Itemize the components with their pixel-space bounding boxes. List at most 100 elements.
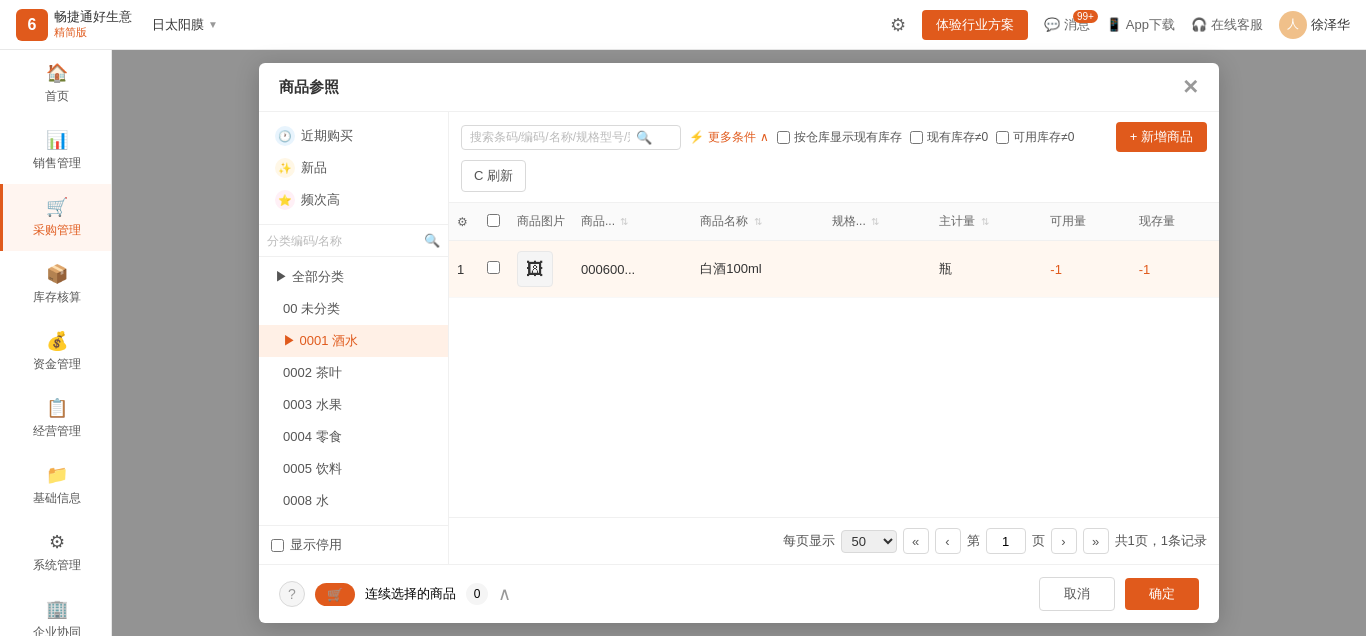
th-settings[interactable]: ⚙: [449, 203, 479, 241]
sidebar-item-purchase[interactable]: 🛒 采购管理: [0, 184, 111, 251]
td-code: 000600...: [573, 241, 692, 298]
show-disabled-label: 显示停用: [290, 536, 342, 554]
service-btn[interactable]: 🎧 在线客服: [1191, 16, 1263, 34]
purchase-icon: 🛒: [46, 196, 68, 218]
gear-icon[interactable]: ⚙: [890, 14, 906, 36]
quick-nav-freq[interactable]: ⭐ 频次高: [267, 184, 440, 216]
page-input[interactable]: [986, 528, 1026, 554]
message-badge: 99+: [1073, 10, 1098, 23]
category-search-icon[interactable]: 🔍: [424, 233, 440, 248]
product-table-wrap: ⚙ 商品图片 商品... ⇅: [449, 203, 1219, 517]
row-checkbox[interactable]: [487, 261, 500, 274]
cat-item-0004[interactable]: 0004 零食: [259, 421, 448, 453]
sidebar-item-ops[interactable]: 📋 经营管理: [0, 385, 111, 452]
main-content: 商品参照 ✕ 🕐 近期购买 ✨: [112, 50, 1366, 636]
check-warehouse[interactable]: 按仓库显示现有库存: [777, 129, 902, 146]
first-page-btn[interactable]: «: [903, 528, 929, 554]
cat-item-0005[interactable]: 0005 饮料: [259, 453, 448, 485]
td-img: 🖼: [509, 241, 573, 298]
sidebar: 🏠 首页 📊 销售管理 🛒 采购管理 📦 库存核算 💰 资金管理 📋 经营管理 …: [0, 50, 112, 636]
next-page-btn[interactable]: ›: [1051, 528, 1077, 554]
check-current[interactable]: 现有库存≠0: [910, 129, 988, 146]
td-spec: [824, 241, 932, 298]
th-unit[interactable]: 主计量 ⇅: [931, 203, 1042, 241]
cat-item-0008[interactable]: 0008 水: [259, 485, 448, 517]
available-checkbox[interactable]: [996, 131, 1009, 144]
user-name: 徐泽华: [1311, 16, 1350, 34]
pagination-bar: 每页显示 50 10 20 100 « ‹ 第 页: [449, 517, 1219, 564]
category-search-input[interactable]: [267, 234, 418, 248]
app-download-btn[interactable]: 📱 App下载: [1106, 16, 1175, 34]
check-available[interactable]: 可用库存≠0: [996, 129, 1074, 146]
confirm-button[interactable]: 确定: [1125, 578, 1199, 610]
sales-icon: 📊: [46, 129, 68, 151]
sidebar-item-collab[interactable]: 🏢 企业协同: [0, 586, 111, 636]
refresh-button[interactable]: C 刷新: [461, 160, 526, 192]
selected-prefix: 连续选择的商品: [365, 585, 456, 603]
product-search-icon[interactable]: 🔍: [636, 130, 652, 145]
td-available: -1: [1042, 241, 1130, 298]
cat-item-0001[interactable]: ▶ 0001 酒水: [259, 325, 448, 357]
th-available[interactable]: 可用量: [1042, 203, 1130, 241]
filter-label: 更多条件: [708, 129, 756, 146]
app-label: App下载: [1126, 16, 1175, 34]
add-product-button[interactable]: + 新增商品: [1116, 122, 1207, 152]
page-size-select[interactable]: 50 10 20 100: [841, 530, 897, 553]
th-image: 商品图片: [509, 203, 573, 241]
modal-overlay: 商品参照 ✕ 🕐 近期购买 ✨: [112, 50, 1366, 636]
store-selector[interactable]: 日太阳膜 ▼: [152, 16, 218, 34]
cart-button[interactable]: 🛒: [315, 583, 355, 606]
help-button[interactable]: ?: [279, 581, 305, 607]
sidebar-label-ops: 经营管理: [33, 423, 81, 440]
new-icon: ✨: [275, 158, 295, 178]
store-name: 日太阳膜: [152, 16, 204, 34]
exp-button[interactable]: 体验行业方案: [922, 10, 1028, 40]
sidebar-label-sales: 销售管理: [33, 155, 81, 172]
sidebar-label-collab: 企业协同: [33, 624, 81, 636]
navbar-actions: ⚙ 体验行业方案 💬 消息 99+ 📱 App下载 🎧 在线客服 人 徐泽华: [890, 10, 1350, 40]
quick-nav-new[interactable]: ✨ 新品: [267, 152, 440, 184]
cat-item-0002[interactable]: 0002 茶叶: [259, 357, 448, 389]
last-page-btn[interactable]: »: [1083, 528, 1109, 554]
modal-title: 商品参照: [279, 78, 339, 97]
sidebar-item-finance[interactable]: 💰 资金管理: [0, 318, 111, 385]
cart-icon: 🛒: [327, 587, 343, 602]
prev-page-btn[interactable]: ‹: [935, 528, 961, 554]
modal-close-btn[interactable]: ✕: [1182, 77, 1199, 97]
th-checkbox: [479, 203, 509, 241]
th-stock[interactable]: 现存量: [1131, 203, 1219, 241]
td-num: 1: [449, 241, 479, 298]
quick-nav-recent[interactable]: 🕐 近期购买: [267, 120, 440, 152]
td-stock: -1: [1131, 241, 1219, 298]
table-row[interactable]: 1 🖼 000600... 白酒100ml 瓶: [449, 241, 1219, 298]
sidebar-label-system: 系统管理: [33, 557, 81, 574]
th-name[interactable]: 商品名称 ⇅: [692, 203, 823, 241]
user-menu[interactable]: 人 徐泽华: [1279, 11, 1350, 39]
navbar: 6 畅捷通好生意 精简版 日太阳膜 ▼ ⚙ 体验行业方案 💬 消息 99+ 📱 …: [0, 0, 1366, 50]
filter-button[interactable]: ⚡ 更多条件 ∧: [689, 129, 769, 146]
current-checkbox[interactable]: [910, 131, 923, 144]
cat-item-0003[interactable]: 0003 水果: [259, 389, 448, 421]
cat-item-0010[interactable]: 0010 家电: [259, 517, 448, 525]
up-button[interactable]: ∧: [498, 583, 511, 605]
cancel-button[interactable]: 取消: [1039, 577, 1115, 611]
th-spec[interactable]: 规格... ⇅: [824, 203, 932, 241]
sidebar-item-sales[interactable]: 📊 销售管理: [0, 117, 111, 184]
sidebar-item-basic[interactable]: 📁 基础信息: [0, 452, 111, 519]
th-code[interactable]: 商品... ⇅: [573, 203, 692, 241]
select-all-checkbox[interactable]: [487, 214, 500, 227]
show-disabled-checkbox[interactable]: [271, 539, 284, 552]
sidebar-item-system[interactable]: ⚙ 系统管理: [0, 519, 111, 586]
sidebar-item-inventory[interactable]: 📦 库存核算: [0, 251, 111, 318]
message-btn[interactable]: 💬 消息 99+: [1044, 16, 1090, 34]
quick-nav-freq-label: 频次高: [301, 191, 340, 209]
cat-item-all[interactable]: ▶ 全部分类: [259, 261, 448, 293]
product-search-input[interactable]: [470, 130, 630, 144]
warehouse-checkbox[interactable]: [777, 131, 790, 144]
service-label: 在线客服: [1211, 16, 1263, 34]
sidebar-item-home[interactable]: 🏠 首页: [0, 50, 111, 117]
cat-item-00[interactable]: 00 未分类: [259, 293, 448, 325]
avatar: 人: [1279, 11, 1307, 39]
system-icon: ⚙: [49, 531, 65, 553]
sidebar-label-home: 首页: [45, 88, 69, 105]
